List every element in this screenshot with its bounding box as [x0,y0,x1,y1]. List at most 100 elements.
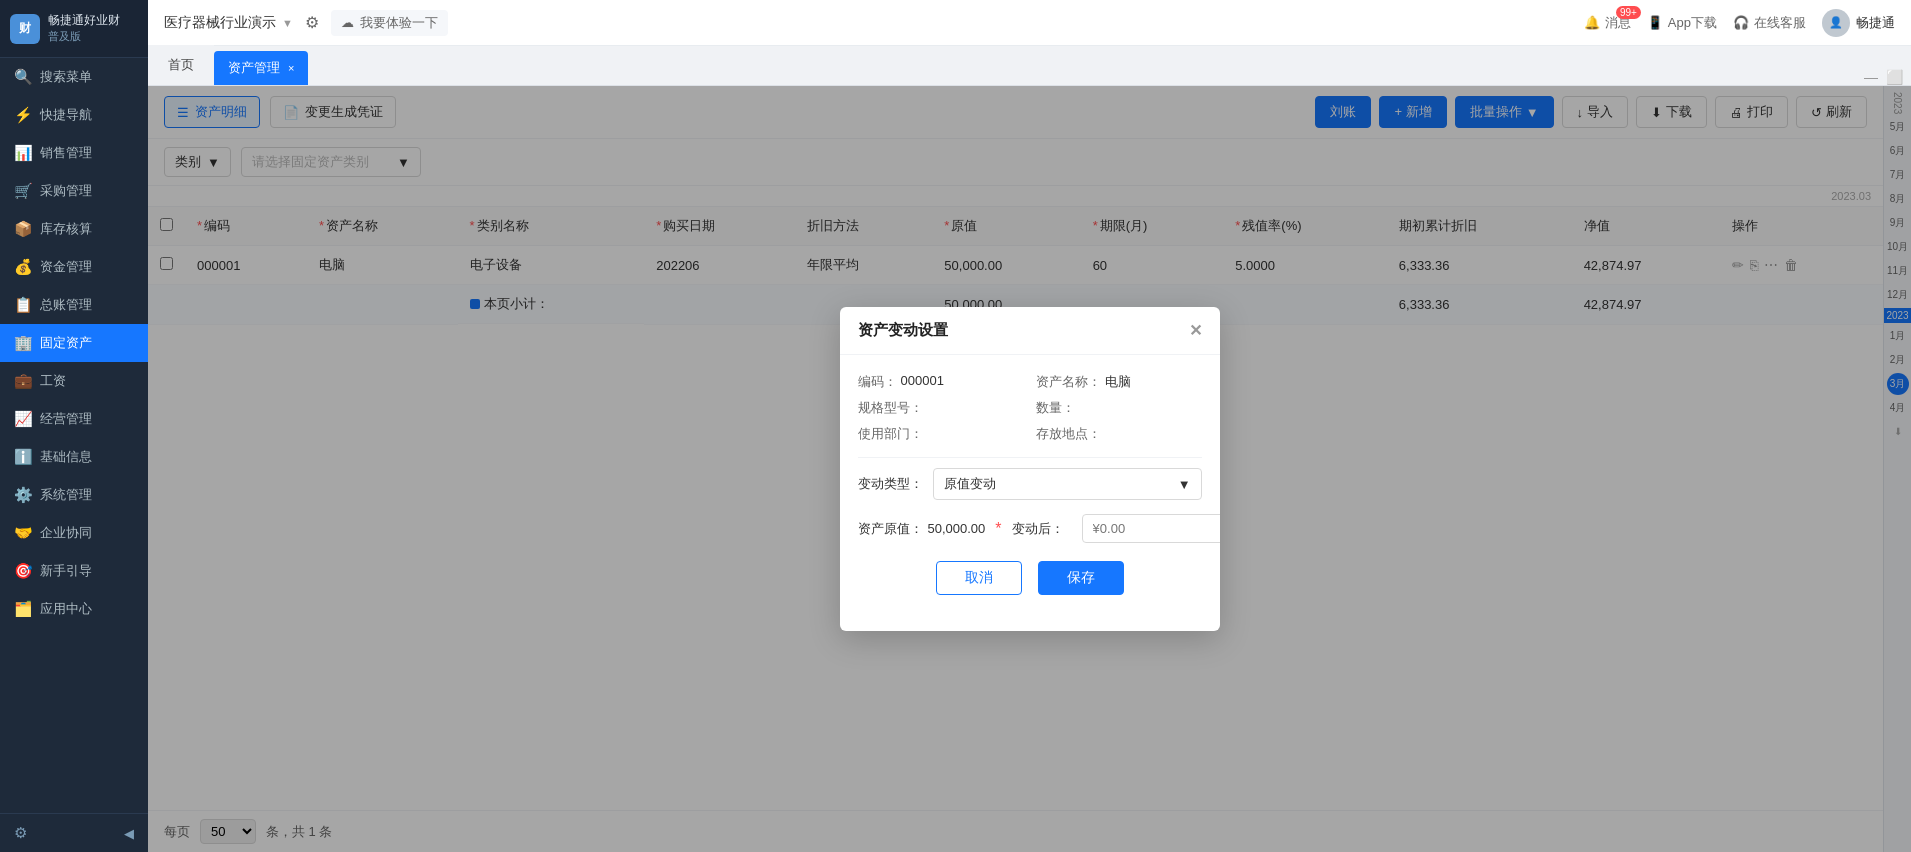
ledger-icon: 📋 [14,296,32,314]
app-edition: 普及版 [48,29,120,44]
sidebar-item-system[interactable]: ⚙️ 系统管理 [0,476,148,514]
user-name: 畅捷通 [1856,14,1895,32]
sidebar-item-inventory[interactable]: 📦 库存核算 [0,210,148,248]
sidebar-item-appstore[interactable]: 🗂️ 应用中心 [0,590,148,628]
sidebar-item-base-info[interactable]: ℹ️ 基础信息 [0,438,148,476]
sidebar-item-finance[interactable]: 💰 资金管理 [0,248,148,286]
base-info-icon: ℹ️ [14,448,32,466]
sidebar-item-collab[interactable]: 🤝 企业协同 [0,514,148,552]
dept-label: 使用部门： [858,425,923,443]
topbar-right: 🔔 消息 99+ 📱 App下载 🎧 在线客服 👤 畅捷通 [1584,9,1895,37]
sidebar-nav: 🔍 搜索菜单 ⚡ 快捷导航 📊 销售管理 🛒 采购管理 📦 库存核算 💰 资金管… [0,58,148,813]
sidebar-item-label: 资金管理 [40,258,92,276]
download-icon: 📱 [1647,15,1663,30]
asset-name-label: 资产名称： [1036,373,1101,391]
sidebar-item-guide[interactable]: 🎯 新手引导 [0,552,148,590]
user-area[interactable]: 👤 畅捷通 [1822,9,1895,37]
purchase-icon: 🛒 [14,182,32,200]
tab-home-label: 首页 [168,56,194,74]
sidebar-item-ledger[interactable]: 📋 总账管理 [0,286,148,324]
avatar: 👤 [1822,9,1850,37]
bell-icon: 🔔 [1584,15,1600,30]
change-type-label: 变动类型： [858,475,923,493]
settings-gear-icon[interactable]: ⚙ [305,13,319,32]
modal-dept-field: 使用部门： [858,425,1024,443]
tab-home[interactable]: 首页 [148,45,214,85]
online-service-btn[interactable]: 🎧 在线客服 [1733,14,1806,32]
app-download-btn[interactable]: 📱 App下载 [1647,14,1717,32]
save-button[interactable]: 保存 [1038,561,1124,595]
logo-icon: 财 [10,14,40,44]
company-selector[interactable]: 医疗器械行业演示 ▼ [164,14,293,32]
fixed-assets-icon: 🏢 [14,334,32,352]
app-name: 畅捷通好业财 [48,13,120,29]
tab-close-icon[interactable]: × [288,62,294,74]
sidebar-item-label: 快捷导航 [40,106,92,124]
finance-icon: 💰 [14,258,32,276]
modal-location-field: 存放地点： [1036,425,1202,443]
sidebar-item-label: 总账管理 [40,296,92,314]
sidebar-bottom: ⚙ ◀ [0,813,148,852]
guide-icon: 🎯 [14,562,32,580]
payroll-icon: 💼 [14,372,32,390]
sidebar-item-payroll[interactable]: 💼 工资 [0,362,148,400]
sidebar-item-label: 系统管理 [40,486,92,504]
tab-bar: 首页 资产管理 × — ⬜ [148,46,1911,86]
required-star: * [995,520,1001,538]
main-area: 医疗器械行业演示 ▼ ⚙ ☁ 我要体验一下 🔔 消息 99+ 📱 App下载 🎧… [148,0,1911,852]
window-maximize-icon[interactable]: ⬜ [1886,69,1903,85]
sidebar-item-label: 新手引导 [40,562,92,580]
quantity-label: 数量： [1036,399,1075,417]
after-change-input[interactable] [1082,514,1220,543]
value-row: 资产原值： 50,000.00 * 变动后： [858,514,1202,543]
modal-info-grid: 编码： 000001 资产名称： 电脑 规格型号： 数量： [858,373,1202,443]
after-change-label: 变动后： [1012,520,1072,538]
sidebar-item-sales[interactable]: 📊 销售管理 [0,134,148,172]
sidebar-item-search[interactable]: 🔍 搜索菜单 [0,58,148,96]
modal-spec-field: 规格型号： [858,399,1024,417]
modal-overlay: 资产变动设置 ✕ 编码： 000001 资产名称： 电脑 [148,86,1911,852]
topbar: 医疗器械行业演示 ▼ ⚙ ☁ 我要体验一下 🔔 消息 99+ 📱 App下载 🎧… [148,0,1911,46]
location-label: 存放地点： [1036,425,1101,443]
modal-close-icon[interactable]: ✕ [1189,321,1202,340]
experience-label: 我要体验一下 [360,14,438,32]
code-value: 000001 [901,373,944,391]
sidebar: 财 畅捷通好业财 普及版 🔍 搜索菜单 ⚡ 快捷导航 📊 销售管理 🛒 采购管理… [0,0,148,852]
sidebar-item-purchase[interactable]: 🛒 采购管理 [0,172,148,210]
cancel-button[interactable]: 取消 [936,561,1022,595]
headphone-icon: 🎧 [1733,15,1749,30]
sidebar-item-quicknav[interactable]: ⚡ 快捷导航 [0,96,148,134]
collapse-icon[interactable]: ◀ [124,826,134,841]
sidebar-item-fixed-assets[interactable]: 🏢 固定资产 [0,324,148,362]
change-type-value: 原值变动 [944,475,996,493]
sidebar-item-label: 采购管理 [40,182,92,200]
online-service-label: 在线客服 [1754,14,1806,32]
sidebar-item-operations[interactable]: 📈 经营管理 [0,400,148,438]
quicknav-icon: ⚡ [14,106,32,124]
change-type-select[interactable]: 原值变动 ▼ [933,468,1202,500]
messages-btn[interactable]: 🔔 消息 99+ [1584,14,1631,32]
modal-header: 资产变动设置 ✕ [840,307,1220,355]
original-value-display: 50,000.00 [928,521,986,536]
collab-icon: 🤝 [14,524,32,542]
modal-asset-name-field: 资产名称： 电脑 [1036,373,1202,391]
window-minimize-icon[interactable]: — [1864,69,1878,85]
settings-icon[interactable]: ⚙ [14,824,27,842]
tab-asset-mgmt[interactable]: 资产管理 × [214,51,308,85]
experience-btn[interactable]: ☁ 我要体验一下 [331,10,448,36]
messages-badge: 99+ [1616,6,1641,19]
modal-title: 资产变动设置 [858,321,948,340]
appstore-icon: 🗂️ [14,600,32,618]
sidebar-item-label: 库存核算 [40,220,92,238]
sidebar-item-label: 固定资产 [40,334,92,352]
asset-name-value: 电脑 [1105,373,1131,391]
sidebar-item-label: 销售管理 [40,144,92,162]
sidebar-item-label: 经营管理 [40,410,92,428]
company-name: 医疗器械行业演示 [164,14,276,32]
sidebar-item-label: 搜索菜单 [40,68,92,86]
change-type-row: 变动类型： 原值变动 ▼ [858,468,1202,500]
sidebar-item-label: 企业协同 [40,524,92,542]
asset-change-modal: 资产变动设置 ✕ 编码： 000001 资产名称： 电脑 [840,307,1220,631]
inventory-icon: 📦 [14,220,32,238]
modal-divider [858,457,1202,458]
